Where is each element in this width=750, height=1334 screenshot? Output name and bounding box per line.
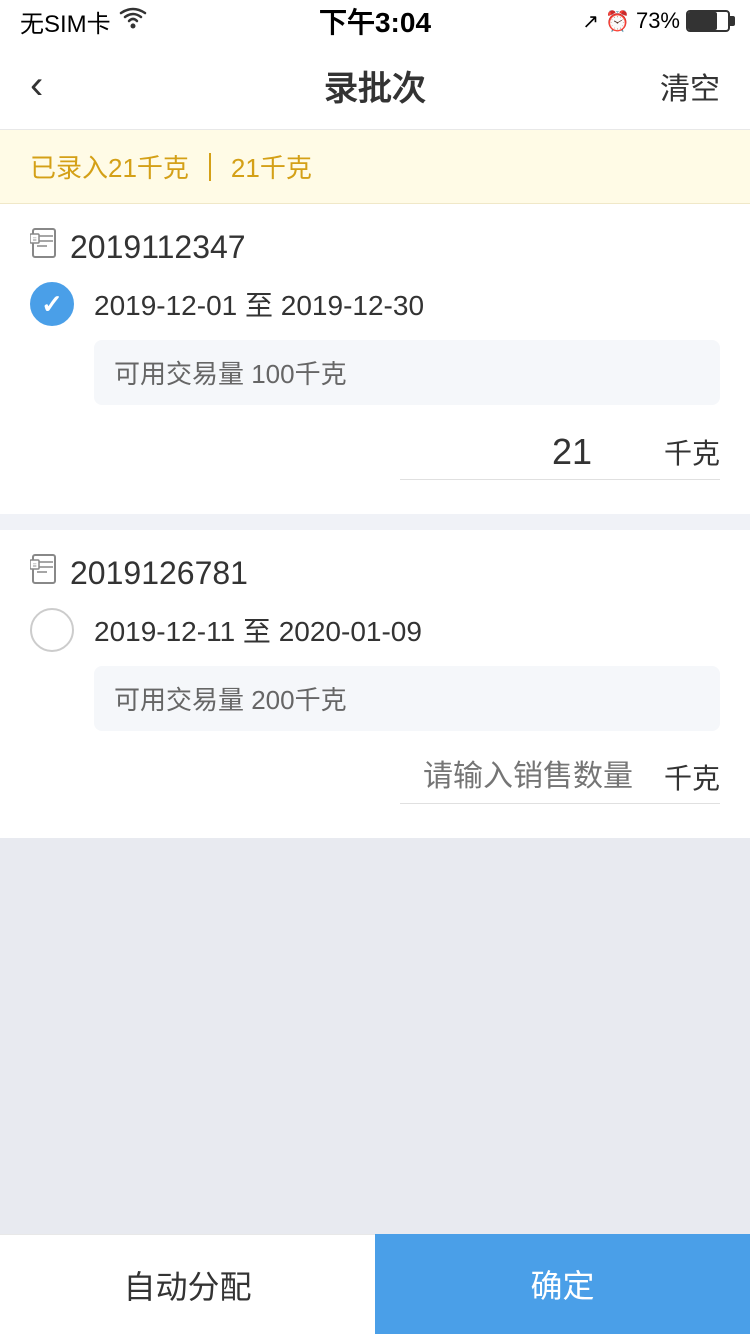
batch-header-1: ≡ 2019112347 [30, 228, 720, 266]
batch-number-2: 2019126781 [70, 555, 248, 592]
confirm-button[interactable]: 确定 [375, 1234, 750, 1334]
batch-qty-unit-2: 千克 [664, 757, 720, 797]
total-amount: 21千克 [231, 148, 312, 185]
batch-quantity-row-2: 千克 [30, 747, 720, 797]
bottom-bar: 自动分配 确定 [0, 1234, 750, 1334]
empty-area [0, 838, 750, 1238]
batch-radio-2[interactable] [30, 608, 74, 652]
batch-available-1: 可用交易量 100千克 [94, 340, 720, 405]
svg-text:≡: ≡ [32, 563, 36, 570]
doc-icon-1: ≡ [30, 228, 60, 266]
qty-divider-2 [400, 803, 720, 804]
auto-distribute-button[interactable]: 自动分配 [0, 1234, 375, 1334]
batch-radio-1[interactable] [30, 282, 74, 326]
info-divider [209, 153, 211, 181]
carrier-text: 无SIM卡 [20, 4, 111, 39]
clear-button[interactable]: 清空 [660, 64, 720, 108]
recorded-amount: 已录入21千克 [30, 148, 189, 185]
batch-qty-value-1: 21 [552, 431, 592, 473]
batch-header-2: ≡ 2019126781 [30, 554, 720, 592]
qty-divider-1 [400, 479, 720, 480]
info-banner: 已录入21千克 21千克 [0, 130, 750, 204]
battery-icon [686, 10, 730, 32]
batch-card-2: ≡ 2019126781 2019-12-11 至 2020-01-09 可用交… [0, 530, 750, 838]
battery-percent: 73% [636, 8, 680, 34]
batch-quantity-row-1: 21 千克 [30, 421, 720, 473]
batch-qty-unit-1: 千克 [664, 432, 720, 472]
wifi-icon [119, 7, 147, 36]
back-button[interactable]: ‹ [30, 63, 90, 108]
alarm-icon: ⏰ [605, 9, 630, 34]
batch-number-1: 2019112347 [70, 229, 246, 266]
nav-bar: ‹ 录批次 清空 [0, 42, 750, 130]
status-time: 下午3:04 [319, 1, 431, 41]
batch-date-1: 2019-12-01 至 2019-12-30 [94, 284, 424, 324]
card-separator [0, 514, 750, 530]
location-icon: ↗ [582, 9, 599, 34]
doc-icon-2: ≡ [30, 554, 60, 592]
svg-text:≡: ≡ [32, 237, 36, 244]
batch-qty-input-2[interactable] [388, 760, 648, 794]
batch-card-1: ≡ 2019112347 2019-12-01 至 2019-12-30 可用交… [0, 204, 750, 514]
page-title: 录批次 [324, 61, 426, 110]
batch-available-2: 可用交易量 200千克 [94, 666, 720, 731]
batch-row-1[interactable]: 2019-12-01 至 2019-12-30 [30, 282, 720, 326]
batch-date-2: 2019-12-11 至 2020-01-09 [94, 610, 422, 650]
status-bar: 无SIM卡 下午3:04 ↗ ⏰ 73% [0, 0, 750, 42]
status-left: 无SIM卡 [20, 4, 147, 39]
batch-row-2[interactable]: 2019-12-11 至 2020-01-09 [30, 608, 720, 652]
status-right: ↗ ⏰ 73% [582, 8, 730, 34]
